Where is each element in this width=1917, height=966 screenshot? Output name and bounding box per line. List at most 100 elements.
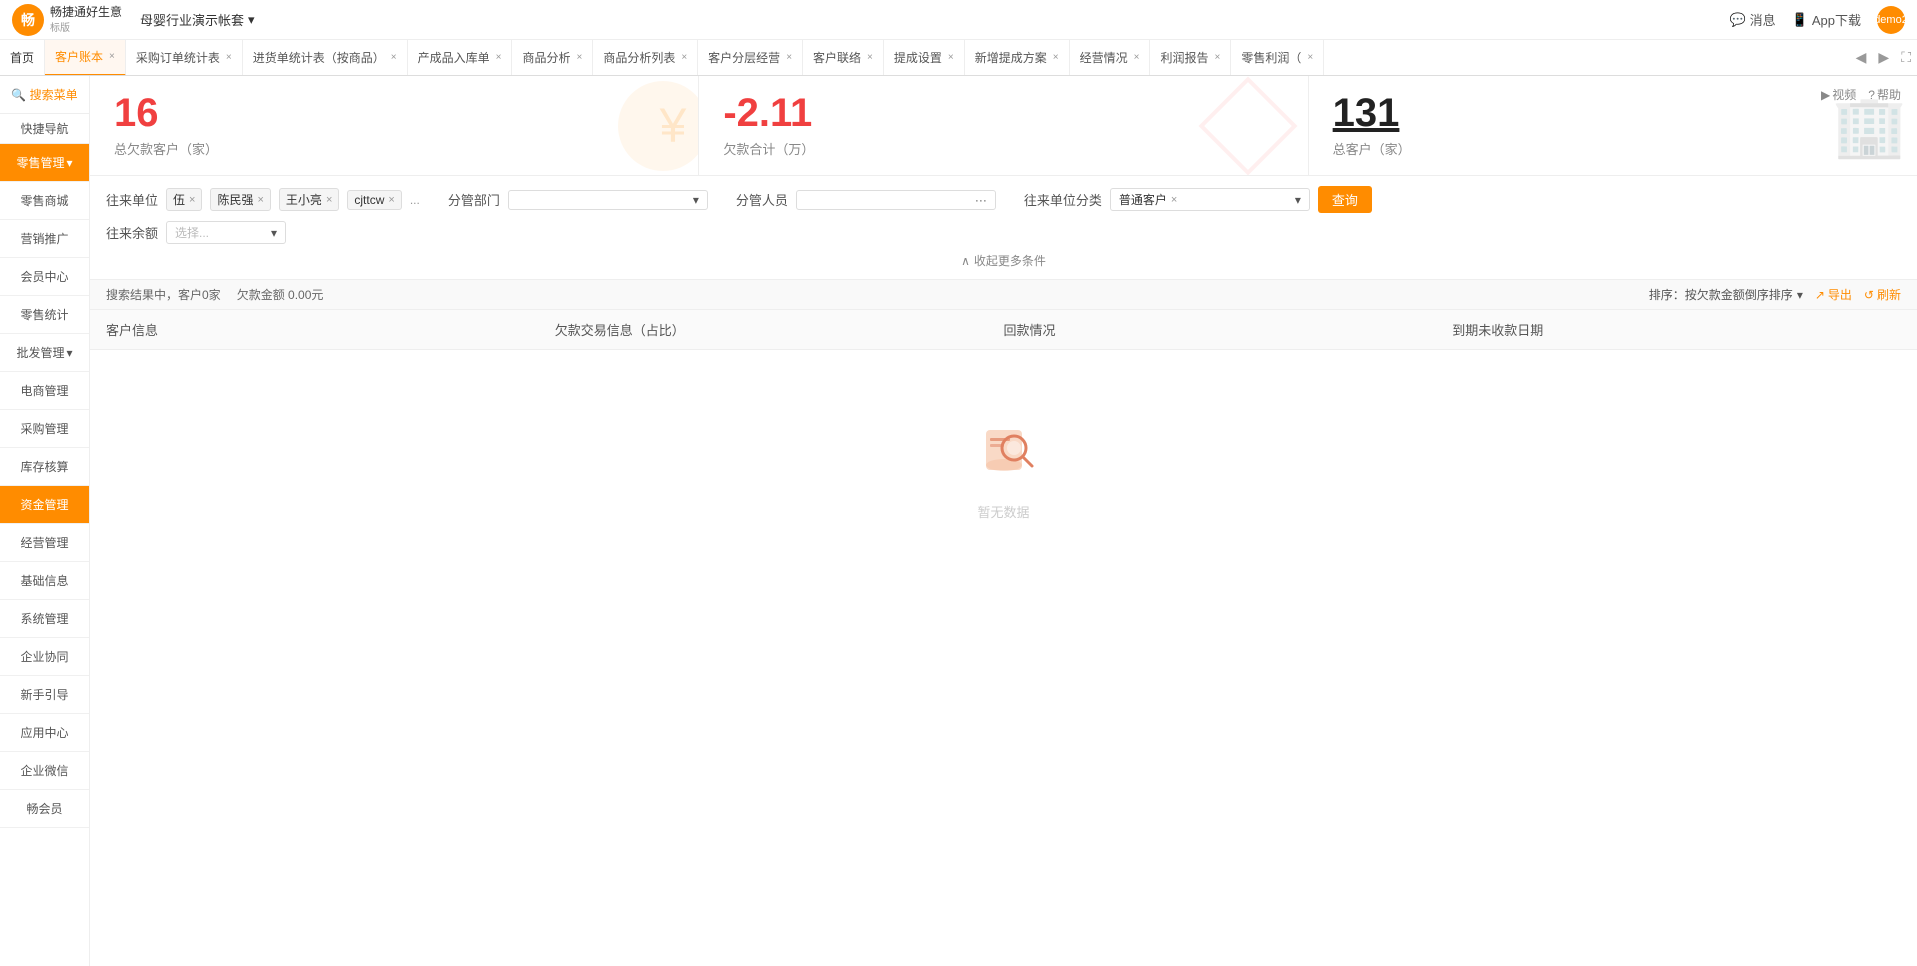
- sidebar-item-new-guide[interactable]: 新手引导: [0, 676, 89, 714]
- filter-tag-chen-label: 陈民强: [217, 191, 253, 208]
- tab-home[interactable]: 首页: [0, 40, 45, 76]
- tab-close-prompt-settings[interactable]: ×: [948, 52, 954, 63]
- stat-block-customers: ¥ 16 总欠款客户（家）: [90, 76, 699, 175]
- tab-product-inbound[interactable]: 产成品入库单 ×: [408, 40, 513, 76]
- tab-maximize[interactable]: ⛶: [1895, 49, 1917, 66]
- collapse-button[interactable]: ∧ 收起更多条件: [106, 252, 1901, 269]
- sidebar-item-retail-stat[interactable]: 零售统计: [0, 296, 89, 334]
- tab-close-purchase-order-stat[interactable]: ×: [226, 52, 232, 63]
- tab-close-product-analysis[interactable]: ×: [576, 52, 582, 63]
- result-bar-right: 排序：按欠款金额倒序排序 ▾ ↗ 导出 ↺ 刷新: [1649, 286, 1901, 303]
- sidebar-item-app-center[interactable]: 应用中心: [0, 714, 89, 752]
- tab-nav-next[interactable]: ▶: [1872, 49, 1895, 66]
- stat-text-overdue: -2.11 欠款合计（万）: [723, 93, 814, 158]
- tab-close-inbound-stat[interactable]: ×: [391, 52, 397, 63]
- filter-tag-wang: 王小亮 ×: [279, 188, 339, 211]
- tab-profit-report[interactable]: 利润报告 ×: [1150, 40, 1231, 76]
- tab-prompt-settings[interactable]: 提成设置 ×: [884, 40, 965, 76]
- sidebar-item-inventory[interactable]: 库存核算: [0, 448, 89, 486]
- sort-button[interactable]: 排序：按欠款金额倒序排序 ▾: [1649, 286, 1803, 303]
- tab-bar: 首页 客户账本 × 采购订单统计表 × 进货单统计表（按商品） × 产成品入库单…: [0, 40, 1917, 76]
- col-overdue-info: 欠款交易信息（占比）: [555, 320, 1004, 339]
- sidebar-item-retail[interactable]: 零售管理 ▾: [0, 144, 89, 182]
- tab-product-analysis-list[interactable]: 商品分析列表 ×: [593, 40, 698, 76]
- help-icon: ?: [1868, 88, 1875, 102]
- tab-new-scheme[interactable]: 新增提成方案 ×: [965, 40, 1070, 76]
- tab-close-operations[interactable]: ×: [1134, 52, 1140, 63]
- sidebar-item-member[interactable]: 会员中心: [0, 258, 89, 296]
- video-link[interactable]: ▶ 视频: [1821, 86, 1856, 103]
- sidebar-item-enterprise-collab[interactable]: 企业协同: [0, 638, 89, 676]
- tab-retail-profit[interactable]: 零售利润（ ×: [1231, 40, 1324, 76]
- filter-tag-wu-close[interactable]: ×: [189, 194, 195, 206]
- collapse-icon: ∧: [961, 254, 970, 268]
- app-download-button[interactable]: 📱 App下载: [1792, 10, 1861, 29]
- tab-product-analysis[interactable]: 商品分析 ×: [512, 40, 593, 76]
- tab-close-retail-profit[interactable]: ×: [1307, 52, 1313, 63]
- empty-text: 暂无数据: [977, 502, 1029, 521]
- refresh-button[interactable]: ↺ 刷新: [1864, 286, 1901, 303]
- tab-close-account[interactable]: ×: [109, 51, 115, 62]
- stat-text-total: 131 总客户（家）: [1333, 93, 1411, 158]
- export-icon: ↗: [1815, 288, 1825, 302]
- sidebar-item-system[interactable]: 系统管理: [0, 600, 89, 638]
- tab-close-new-scheme[interactable]: ×: [1053, 52, 1059, 63]
- chevron-icon-wholesale: ▾: [66, 346, 72, 360]
- filter-tag-wu: 伍: [173, 191, 185, 208]
- logo-area: 畅 畅捷通好生意 标版: [12, 4, 122, 36]
- store-selector[interactable]: 母婴行业演示帐套 ▾: [140, 10, 255, 29]
- sidebar-item-operations-mgmt[interactable]: 经营管理: [0, 524, 89, 562]
- tab-close-customer-tier[interactable]: ×: [786, 52, 792, 63]
- export-button[interactable]: ↗ 导出: [1815, 286, 1852, 303]
- tab-customer-tier[interactable]: 客户分层经营 ×: [698, 40, 803, 76]
- dept-select[interactable]: ▾: [508, 190, 708, 210]
- filter-row-2: 往来余额 选择... ▾: [106, 221, 1901, 244]
- col-customer-info: 客户信息: [106, 320, 555, 339]
- person-select[interactable]: ···: [796, 190, 996, 210]
- tab-account[interactable]: 客户账本 ×: [45, 40, 126, 76]
- query-button[interactable]: 查询: [1318, 186, 1372, 213]
- table-area: 客户信息 欠款交易信息（占比） 回款情况 到期未收款日期: [90, 310, 1917, 966]
- tab-inbound-stat[interactable]: 进货单统计表（按商品） ×: [243, 40, 408, 76]
- filter-tag-chen-close[interactable]: ×: [257, 194, 263, 206]
- sidebar-search[interactable]: 🔍 搜索菜单: [0, 76, 89, 114]
- col-repayment: 回款情况: [1004, 320, 1453, 339]
- balance-select[interactable]: 选择... ▾: [166, 221, 286, 244]
- tab-purchase-order-stat[interactable]: 采购订单统计表 ×: [126, 40, 243, 76]
- top-bar: 畅 畅捷通好生意 标版 母婴行业演示帐套 ▾ 💬 消息 📱 App下载: [0, 0, 1917, 40]
- tab-close-profit-report[interactable]: ×: [1214, 52, 1220, 63]
- unit-filter-label: 往来单位: [106, 190, 158, 209]
- sidebar-item-vip[interactable]: 畅会员: [0, 790, 89, 828]
- sidebar-item-purchase[interactable]: 采购管理: [0, 410, 89, 448]
- table-header: 客户信息 欠款交易信息（占比） 回款情况 到期未收款日期: [90, 310, 1917, 350]
- sidebar-item-retail-mall[interactable]: 零售商城: [0, 182, 89, 220]
- sidebar-quick-nav[interactable]: 快捷导航: [0, 114, 89, 144]
- filter-tag-cjttcw-close[interactable]: ×: [388, 194, 394, 206]
- filter-tag-wang-close[interactable]: ×: [326, 194, 332, 206]
- sidebar-item-marketing[interactable]: 营销推广: [0, 220, 89, 258]
- sidebar-item-wholesale[interactable]: 批发管理 ▾: [0, 334, 89, 372]
- tab-close-product-inbound[interactable]: ×: [496, 52, 502, 63]
- tab-customer-contact[interactable]: 客户联络 ×: [803, 40, 884, 76]
- tab-operations[interactable]: 经营情况 ×: [1070, 40, 1151, 76]
- sidebar-item-basic-info[interactable]: 基础信息: [0, 562, 89, 600]
- unit-type-select[interactable]: 普通客户 × ▾: [1110, 188, 1310, 211]
- stat-text-customers: 16 总欠款客户（家）: [114, 93, 218, 158]
- filter-more-units[interactable]: ...: [410, 193, 420, 207]
- help-link[interactable]: ? 帮助: [1868, 86, 1901, 103]
- tab-nav-prev[interactable]: ◀: [1850, 49, 1873, 66]
- result-count: 搜索结果中，客户0家: [106, 286, 221, 303]
- sidebar-item-enterprise-wechat[interactable]: 企业微信: [0, 752, 89, 790]
- user-menu[interactable]: demo2: [1877, 6, 1905, 34]
- message-button[interactable]: 💬 消息: [1729, 10, 1775, 29]
- stats-row: ¥ 16 总欠款客户（家） -2.11 欠款合计（万）: [90, 76, 1917, 176]
- balance-filter-label: 往来余额: [106, 223, 158, 242]
- top-right-links: ▶ 视频 ? 帮助: [1821, 86, 1901, 103]
- tab-close-product-analysis-list[interactable]: ×: [681, 52, 687, 63]
- sidebar-item-ecommerce[interactable]: 电商管理: [0, 372, 89, 410]
- tab-close-customer-contact[interactable]: ×: [867, 52, 873, 63]
- unit-type-tag-close[interactable]: ×: [1171, 194, 1177, 206]
- sidebar-item-capital[interactable]: 资金管理: [0, 486, 89, 524]
- filter-area: 往来单位 伍 × 陈民强 × 王小亮 × cjttcw: [90, 176, 1917, 280]
- chevron-down-unit-type: ▾: [1295, 193, 1301, 207]
